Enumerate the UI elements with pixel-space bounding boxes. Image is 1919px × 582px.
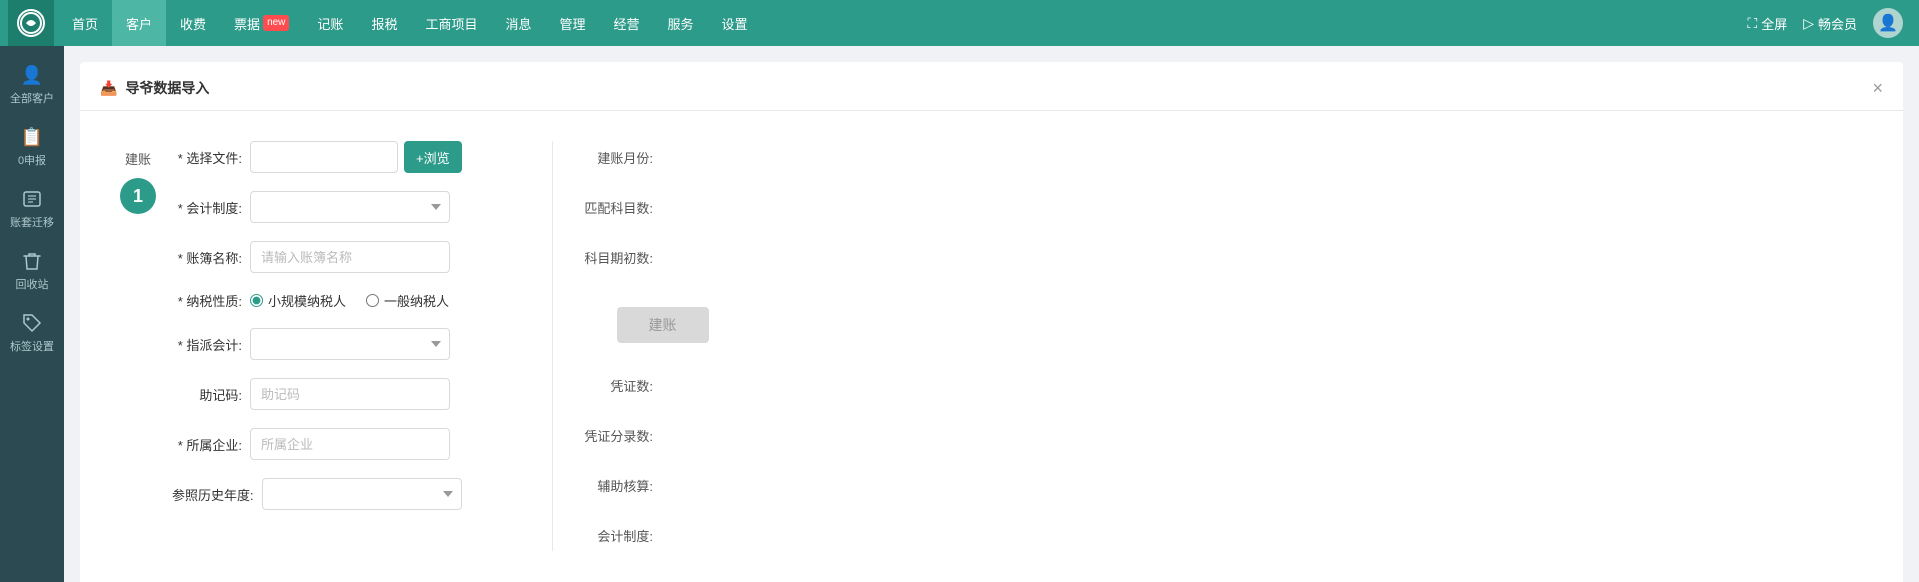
invoice-badge: new xyxy=(263,15,289,31)
form-fields-left: * 选择文件: +浏览 * 会计制度: xyxy=(172,141,512,510)
nav-item-message[interactable]: 消息 xyxy=(491,0,545,46)
assign-accountant-row: * 指派会计: xyxy=(172,328,512,360)
ledger-name-row: * 账簿名称: xyxy=(172,241,512,273)
dialog-card: 📥 导爷数据导入 × 建账 1 * 选择文 xyxy=(80,62,1903,582)
dialog-header: 📥 导爷数据导入 × xyxy=(80,62,1903,111)
tax-type-small-radio[interactable]: 小规模纳税人 xyxy=(250,291,346,310)
build-month-row: 建账月份: xyxy=(573,141,752,173)
assign-accountant-label: * 指派会计: xyxy=(172,335,242,354)
fullscreen-icon: ⛶ xyxy=(1747,15,1757,32)
vip-icon: ▷ xyxy=(1803,15,1814,32)
nav-item-service[interactable]: 服务 xyxy=(654,0,708,46)
user-avatar[interactable]: 👤 xyxy=(1873,8,1903,38)
ledger-name-label: * 账簿名称: xyxy=(172,248,242,267)
build-account-button[interactable]: 建账 xyxy=(617,307,709,343)
sidebar-item-account-migration[interactable]: 账套迁移 xyxy=(0,178,64,240)
sidebar-item-recycle[interactable]: 回收站 xyxy=(0,240,64,302)
dialog-title: 📥 导爷数据导入 xyxy=(100,78,209,98)
build-month-label: 建账月份: xyxy=(573,148,653,167)
tax-type-general-radio[interactable]: 一般纳税人 xyxy=(366,291,449,310)
nav-item-home[interactable]: 首页 xyxy=(58,0,112,46)
right-accounting-system-row: 会计制度: xyxy=(573,519,752,551)
account-migration-icon xyxy=(21,188,43,210)
match-subjects-label: 匹配科目数: xyxy=(573,198,653,217)
voucher-records-label: 凭证分录数: xyxy=(573,426,653,445)
accounting-system-select[interactable] xyxy=(250,191,450,223)
nav-item-customer[interactable]: 客户 xyxy=(112,0,166,46)
nav-item-invoice[interactable]: 票据 new xyxy=(220,0,303,46)
assign-accountant-select-wrapper xyxy=(250,328,450,360)
sidebar: 👤 全部客户 📋 0申报 账套迁移 回 xyxy=(0,46,64,582)
tax-type-general-input[interactable] xyxy=(366,294,379,307)
voucher-records-row: 凭证分录数: xyxy=(573,419,752,451)
tax-type-radio-group: 小规模纳税人 一般纳税人 xyxy=(250,291,449,310)
select-file-row: * 选择文件: +浏览 xyxy=(172,141,512,173)
match-subjects-row: 匹配科目数: xyxy=(573,191,752,223)
accounting-system-label: * 会计制度: xyxy=(172,198,242,217)
reference-year-select-wrapper xyxy=(262,478,462,510)
memo-code-input[interactable] xyxy=(250,378,450,410)
nav-item-business[interactable]: 工商项目 xyxy=(411,0,491,46)
voucher-count-row: 凭证数: xyxy=(573,369,752,401)
step-badge: 1 xyxy=(120,178,156,214)
tax-type-label: * 纳税性质: xyxy=(172,291,242,310)
reference-year-row: 参照历史年度: xyxy=(172,478,512,510)
form-body: 建账 1 * 选择文件: +浏览 xyxy=(80,111,1903,581)
tax-type-row: * 纳税性质: 小规模纳税人 一般纳税人 xyxy=(172,291,512,310)
voucher-count-label: 凭证数: xyxy=(573,376,653,395)
reference-year-label: 参照历史年度: xyxy=(172,485,254,504)
memo-code-label: 助记码: xyxy=(172,385,242,404)
tag-settings-icon xyxy=(21,312,43,334)
nav-item-settings[interactable]: 设置 xyxy=(708,0,762,46)
recycle-icon xyxy=(21,250,43,272)
main-layout: 👤 全部客户 📋 0申报 账套迁移 回 xyxy=(0,46,1919,582)
nav-item-manage[interactable]: 管理 xyxy=(545,0,599,46)
assign-accountant-select[interactable] xyxy=(250,328,450,360)
file-input-group: +浏览 xyxy=(250,141,462,173)
accounting-system-select-wrapper xyxy=(250,191,450,223)
dialog-title-icon: 📥 xyxy=(100,80,117,97)
fullscreen-button[interactable]: ⛶ 全屏 xyxy=(1747,14,1787,33)
content-area: 📥 导爷数据导入 × 建账 1 * 选择文 xyxy=(64,46,1919,582)
auxiliary-label: 辅助核算: xyxy=(573,476,653,495)
file-text-input[interactable] xyxy=(250,141,398,173)
nav-item-charge[interactable]: 收费 xyxy=(166,0,220,46)
all-customers-icon: 👤 xyxy=(21,64,43,86)
app-logo xyxy=(8,0,54,46)
reference-year-select[interactable] xyxy=(262,478,462,510)
vip-button[interactable]: ▷ 畅会员 xyxy=(1803,14,1857,33)
avatar-icon: 👤 xyxy=(1878,13,1898,33)
sidebar-item-all-customers[interactable]: 👤 全部客户 xyxy=(0,54,64,116)
close-button[interactable]: × xyxy=(1872,79,1883,97)
step-label: 建账 xyxy=(125,149,151,168)
right-accounting-system-label: 会计制度: xyxy=(573,526,653,545)
accounting-system-row: * 会计制度: xyxy=(172,191,512,223)
initial-subjects-row: 科目期初数: xyxy=(573,241,752,273)
browse-button[interactable]: +浏览 xyxy=(404,141,462,173)
memo-code-row: 助记码: xyxy=(172,378,512,410)
logo-icon xyxy=(17,9,45,37)
company-row: * 所属企业: xyxy=(172,428,512,460)
top-navigation: 首页 客户 收费 票据 new 记账 报税 工商项目 消息 管理 经营 服务 设… xyxy=(0,0,1919,46)
nav-items: 首页 客户 收费 票据 new 记账 报税 工商项目 消息 管理 经营 服务 设… xyxy=(58,0,1747,46)
tax-type-small-input[interactable] xyxy=(250,294,263,307)
ledger-name-input[interactable] xyxy=(250,241,450,273)
form-right-panel: 建账月份: 匹配科目数: 科目期初数: 建账 xyxy=(552,141,752,551)
company-input[interactable] xyxy=(250,428,450,460)
nav-right-actions: ⛶ 全屏 ▷ 畅会员 👤 xyxy=(1747,8,1919,38)
nav-item-operation[interactable]: 经营 xyxy=(600,0,654,46)
sidebar-item-tag-settings[interactable]: 标签设置 xyxy=(0,302,64,364)
declaration-icon: 📋 xyxy=(21,126,43,148)
nav-item-ledger[interactable]: 记账 xyxy=(303,0,357,46)
sidebar-item-declaration[interactable]: 📋 0申报 xyxy=(0,116,64,178)
auxiliary-row: 辅助核算: xyxy=(573,469,752,501)
initial-subjects-label: 科目期初数: xyxy=(573,248,653,267)
nav-item-tax[interactable]: 报税 xyxy=(357,0,411,46)
select-file-label: * 选择文件: xyxy=(172,148,242,167)
company-label: * 所属企业: xyxy=(172,435,242,454)
